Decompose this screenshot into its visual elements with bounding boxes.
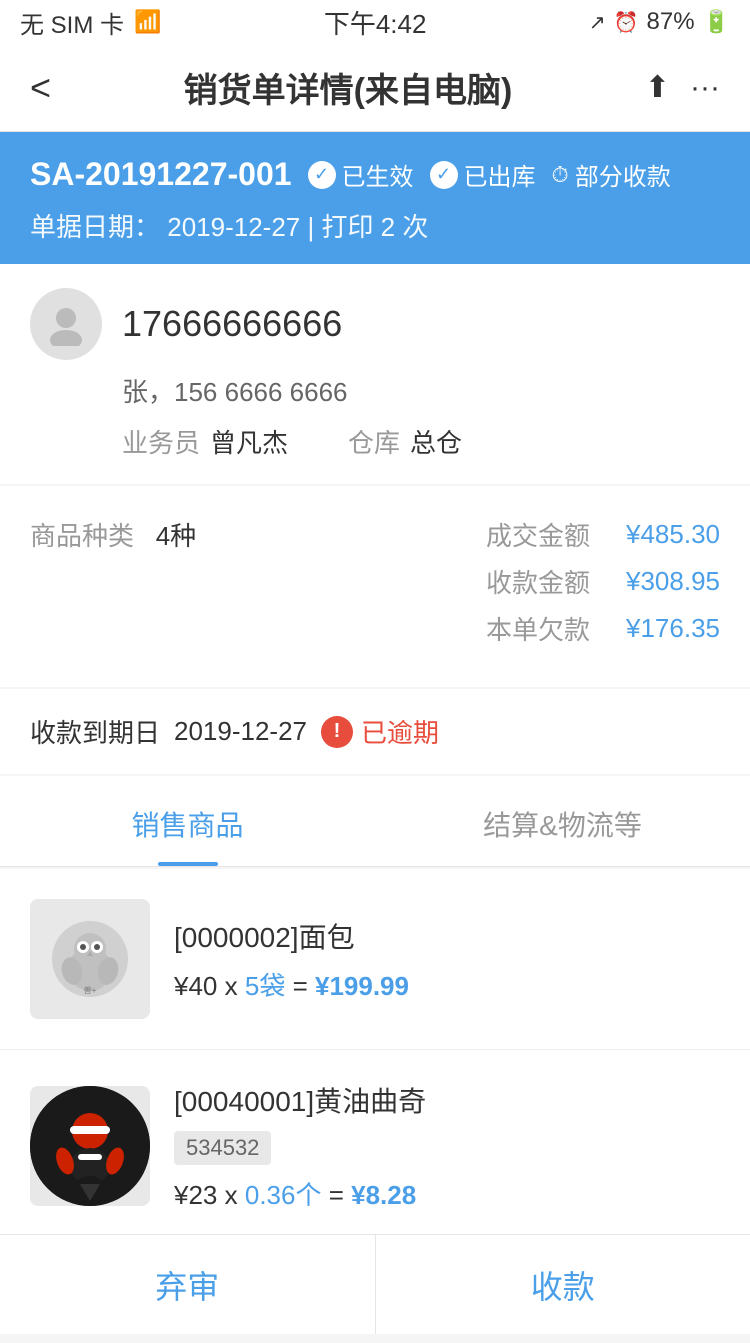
carrier-text: 无 SIM 卡 bbox=[20, 5, 124, 40]
products-section: 兽+ [0000002]面包 ¥40 x 5袋 = ¥199.99 bbox=[0, 869, 750, 1243]
product-info-2: [00040001]黄油曲奇 534532 ¥23 x 0.36个 = ¥8.2… bbox=[174, 1080, 720, 1212]
product-sku-2: 534532 bbox=[174, 1131, 271, 1165]
tab-settlement-logistics[interactable]: 结算&物流等 bbox=[375, 776, 750, 866]
status-right: ↗ ⏰ 87% 🔋 bbox=[589, 8, 730, 36]
amount-label: 成交金额 bbox=[486, 516, 606, 553]
due-section: 收款到期日 2019-12-27 ! 已逾期 bbox=[0, 689, 750, 774]
product-price-1: ¥40 x 5袋 = ¥199.99 bbox=[174, 966, 720, 1003]
product-name-1: [0000002]面包 bbox=[174, 916, 720, 956]
overdue-icon: ! bbox=[321, 716, 353, 748]
total-1: ¥199.99 bbox=[315, 971, 409, 1001]
due-date: 2019-12-27 bbox=[174, 716, 307, 747]
customer-section: 17666666666 张，156 6666 6666 业务员 曾凡杰 仓库 总… bbox=[0, 264, 750, 484]
location-icon: ↗ bbox=[589, 10, 606, 35]
battery-icon: 🔋 bbox=[703, 9, 730, 35]
price-base-2: ¥23 bbox=[174, 1180, 217, 1210]
product-item: 兽+ [0000002]面包 ¥40 x 5袋 = ¥199.99 bbox=[0, 869, 750, 1050]
product-types-label: 商品种类 bbox=[30, 521, 134, 551]
order-id: SA-20191227-001 bbox=[30, 156, 292, 193]
equals-1: = bbox=[293, 971, 315, 1001]
salesperson-label: 业务员 bbox=[122, 423, 200, 460]
product-image-2 bbox=[30, 1086, 150, 1206]
page-title: 销货单详情(来自电脑) bbox=[184, 63, 513, 112]
price-x-2: x bbox=[225, 1180, 245, 1210]
financial-summary: 成交金额 ¥485.30 收款金额 ¥308.95 本单欠款 ¥176.35 bbox=[486, 516, 720, 657]
warehouse-value: 总仓 bbox=[410, 423, 462, 460]
check-icon-2: ✓ bbox=[430, 161, 458, 189]
product-img-placeholder-1: 兽+ bbox=[30, 899, 150, 1019]
tab-settlement-logistics-label: 结算&物流等 bbox=[483, 810, 642, 841]
product-price-2: ¥23 x 0.36个 = ¥8.28 bbox=[174, 1175, 720, 1212]
print-info: | 打印 2 次 bbox=[307, 212, 428, 242]
more-icon[interactable]: ··· bbox=[690, 71, 720, 105]
equals-2: = bbox=[329, 1180, 351, 1210]
amount-row: 成交金额 ¥485.30 bbox=[486, 516, 720, 553]
collect-payment-button[interactable]: 收款 bbox=[376, 1235, 750, 1334]
overdue-badge: ! 已逾期 bbox=[321, 713, 439, 750]
svg-text:兽+: 兽+ bbox=[84, 985, 97, 995]
salesperson-value: 曾凡杰 bbox=[210, 423, 288, 460]
total-2: ¥8.28 bbox=[351, 1180, 416, 1210]
status-badge-effective: ✓ 已生效 bbox=[308, 157, 414, 192]
order-header: SA-20191227-001 ✓ 已生效 ✓ 已出库 ⏱ 部分收款 单据日期：… bbox=[0, 132, 750, 264]
status-left: 无 SIM 卡 📶 bbox=[20, 5, 161, 40]
customer-name: 17666666666 bbox=[122, 303, 342, 345]
abandon-review-button[interactable]: 弃审 bbox=[0, 1235, 376, 1334]
nav-actions: ⬆ ··· bbox=[645, 70, 720, 105]
status-time: 下午4:42 bbox=[324, 4, 427, 41]
alarm-icon: ⏰ bbox=[614, 10, 639, 35]
status-text-3: 部分收款 bbox=[575, 157, 671, 192]
avatar bbox=[30, 288, 102, 360]
product-image-1: 兽+ bbox=[30, 899, 150, 1019]
status-text-2: 已出库 bbox=[464, 157, 536, 192]
product-img-circle-2 bbox=[30, 1086, 150, 1206]
bottom-bar: 弃审 收款 bbox=[0, 1234, 750, 1334]
status-bar: 无 SIM 卡 📶 下午4:42 ↗ ⏰ 87% 🔋 bbox=[0, 0, 750, 44]
debt-row: 本单欠款 ¥176.35 bbox=[486, 610, 720, 647]
debt-label: 本单欠款 bbox=[486, 610, 606, 647]
battery-text: 87% bbox=[647, 8, 695, 36]
product-item-2: [00040001]黄油曲奇 534532 ¥23 x 0.36个 = ¥8.2… bbox=[0, 1050, 750, 1243]
status-badge-partial: ⏱ 部分收款 bbox=[552, 157, 671, 192]
wifi-icon: 📶 bbox=[134, 9, 161, 35]
tabs-section: 销售商品 结算&物流等 bbox=[0, 776, 750, 867]
order-date-row: 单据日期： 2019-12-27 | 打印 2 次 bbox=[30, 207, 720, 244]
order-date-value: 2019-12-27 bbox=[167, 212, 300, 242]
debt-value: ¥176.35 bbox=[626, 613, 720, 644]
customer-meta: 业务员 曾凡杰 仓库 总仓 bbox=[122, 423, 720, 460]
summary-section: 商品种类 4种 成交金额 ¥485.30 收款金额 ¥308.95 本单欠款 ¥… bbox=[0, 486, 750, 687]
price-x-1: x bbox=[225, 971, 245, 1001]
price-base-1: ¥40 bbox=[174, 971, 217, 1001]
product-info-1: [0000002]面包 ¥40 x 5袋 = ¥199.99 bbox=[174, 916, 720, 1003]
date-label: 单据日期： bbox=[30, 212, 160, 242]
back-button[interactable]: < bbox=[30, 67, 51, 109]
nav-bar: < 销货单详情(来自电脑) ⬆ ··· bbox=[0, 44, 750, 132]
clock-icon: ⏱ bbox=[552, 162, 569, 188]
due-label: 收款到期日 bbox=[30, 713, 160, 750]
amount-value: ¥485.30 bbox=[626, 519, 720, 550]
product-name-2: [00040001]黄油曲奇 bbox=[174, 1080, 720, 1120]
qty-2: 0.36个 bbox=[245, 1180, 322, 1210]
qty-1: 5袋 bbox=[245, 971, 285, 1001]
product-types: 商品种类 4种 bbox=[30, 516, 196, 553]
share-icon[interactable]: ⬆ bbox=[645, 70, 670, 105]
product-types-count: 4种 bbox=[156, 521, 196, 551]
received-value: ¥308.95 bbox=[626, 566, 720, 597]
status-text-1: 已生效 bbox=[342, 157, 414, 192]
overdue-text: 已逾期 bbox=[361, 713, 439, 750]
received-label: 收款金额 bbox=[486, 563, 606, 600]
warehouse-label: 仓库 bbox=[348, 423, 400, 460]
customer-contact: 张，156 6666 6666 bbox=[122, 372, 720, 409]
tab-sales-products[interactable]: 销售商品 bbox=[0, 776, 375, 866]
status-badge-shipped: ✓ 已出库 bbox=[430, 157, 536, 192]
received-row: 收款金额 ¥308.95 bbox=[486, 563, 720, 600]
tabs-row: 销售商品 结算&物流等 bbox=[0, 776, 750, 867]
check-icon-1: ✓ bbox=[308, 161, 336, 189]
tab-sales-products-label: 销售商品 bbox=[131, 810, 243, 841]
